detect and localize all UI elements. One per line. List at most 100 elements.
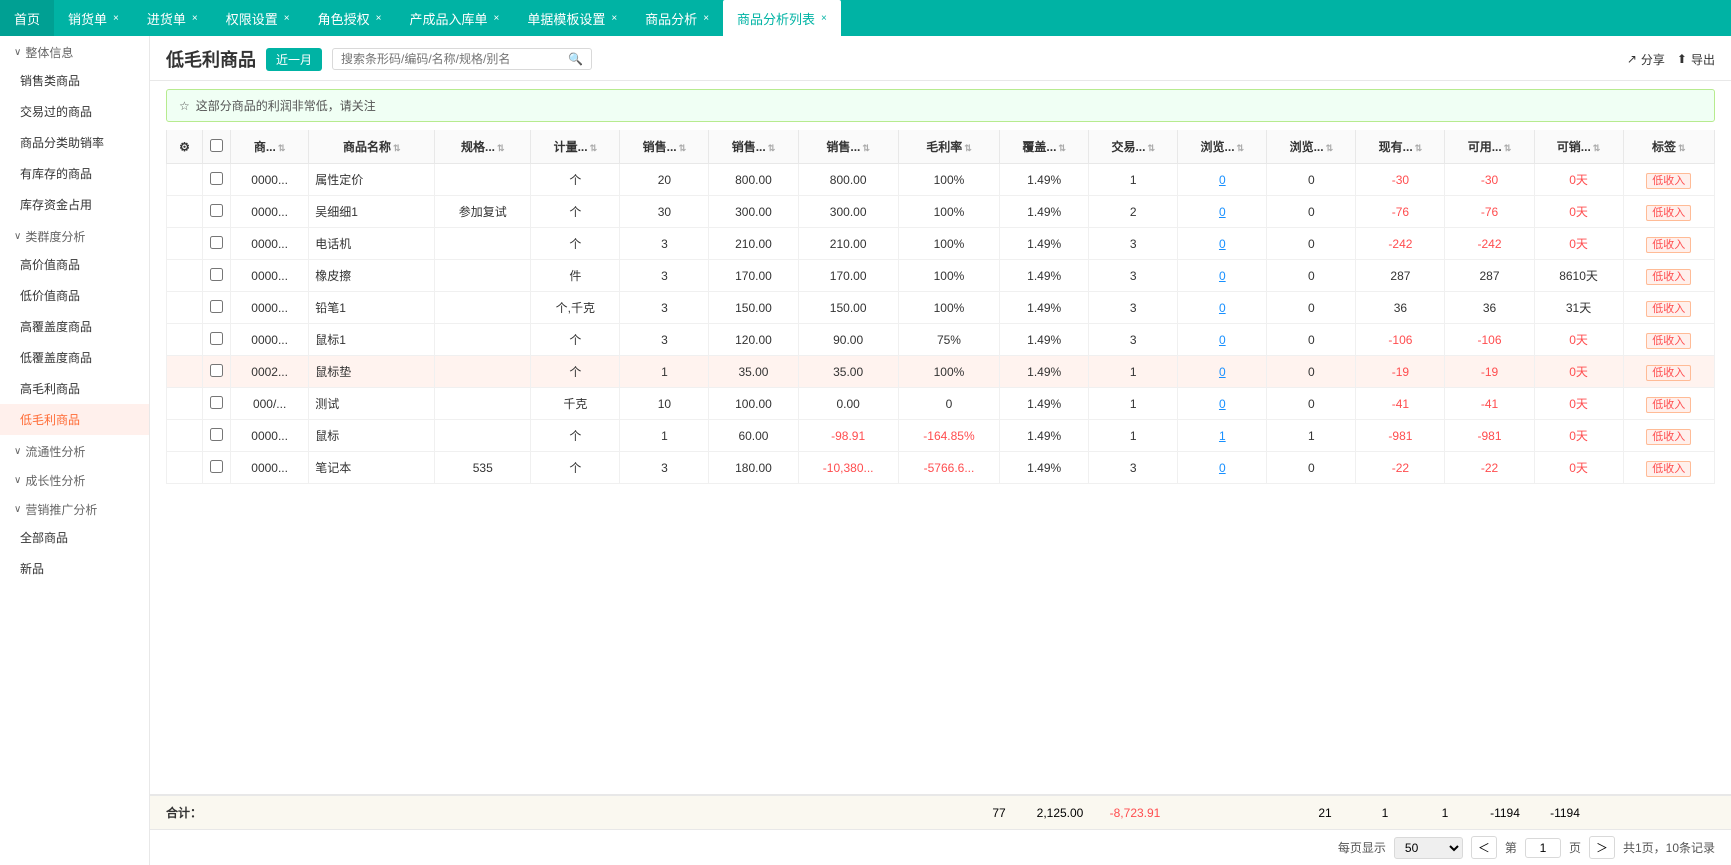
date-filter-button[interactable]: 近一月 — [266, 48, 322, 71]
select-all-checkbox[interactable] — [210, 139, 223, 152]
nav-close-单据模板设置[interactable]: × — [611, 13, 617, 24]
col-settings[interactable]: ⚙ — [167, 130, 203, 164]
search-input[interactable] — [341, 52, 562, 66]
cell-browse1[interactable]: 1 — [1178, 420, 1267, 452]
col-name[interactable]: 商品名称⇅ — [309, 130, 435, 164]
cell-browse1[interactable]: 0 — [1178, 164, 1267, 196]
cell-checkbox[interactable] — [203, 324, 231, 356]
browse-link[interactable]: 0 — [1219, 301, 1226, 315]
col-spec[interactable]: 规格...⇅ — [435, 130, 531, 164]
col-available[interactable]: 可用...⇅ — [1445, 130, 1534, 164]
table-container[interactable]: ⚙ 商...⇅ 商品名称⇅ 规格...⇅ 计量...⇅ 销售...⇅ 销售...… — [150, 130, 1731, 794]
sidebar-group-营销推广分析[interactable]: ∨ 营销推广分析 — [0, 493, 149, 522]
browse-link[interactable]: 0 — [1219, 333, 1226, 347]
nav-item-单据模板设置[interactable]: 单据模板设置× — [513, 0, 631, 36]
nav-item-角色授权[interactable]: 角色授权× — [304, 0, 396, 36]
nav-close-角色授权[interactable]: × — [376, 13, 382, 24]
sidebar-item-交易过的商品[interactable]: 交易过的商品 — [0, 96, 149, 127]
sidebar-item-低覆盖度商品[interactable]: 低覆盖度商品 — [0, 342, 149, 373]
sidebar-item-高覆盖度商品[interactable]: 高覆盖度商品 — [0, 311, 149, 342]
page-size-select[interactable]: 50 20 100 — [1394, 837, 1463, 859]
browse-link[interactable]: 0 — [1219, 205, 1226, 219]
cell-checkbox[interactable] — [203, 164, 231, 196]
cell-checkbox[interactable] — [203, 228, 231, 260]
cell-checkbox[interactable] — [203, 420, 231, 452]
sidebar-item-库存资金占用[interactable]: 库存资金占用 — [0, 189, 149, 220]
cell-checkbox[interactable] — [203, 388, 231, 420]
cell-checkbox[interactable] — [203, 452, 231, 484]
settings-icon[interactable]: ⚙ — [179, 140, 190, 154]
row-checkbox[interactable] — [210, 236, 223, 249]
row-checkbox[interactable] — [210, 460, 223, 473]
col-trade-count[interactable]: 交易...⇅ — [1089, 130, 1178, 164]
nav-item-权限设置[interactable]: 权限设置× — [212, 0, 304, 36]
page-number-input[interactable] — [1525, 838, 1561, 858]
col-browse1[interactable]: 浏览...⇅ — [1178, 130, 1267, 164]
next-page-button[interactable]: ＞ — [1589, 836, 1615, 859]
sidebar-item-商品分类助销率[interactable]: 商品分类助销率 — [0, 127, 149, 158]
sidebar-item-销售类商品[interactable]: 销售类商品 — [0, 65, 149, 96]
cell-browse1[interactable]: 0 — [1178, 324, 1267, 356]
col-cover-rate[interactable]: 覆盖...⇅ — [1000, 130, 1089, 164]
cell-checkbox[interactable] — [203, 356, 231, 388]
col-checkbox[interactable] — [203, 130, 231, 164]
nav-close-商品分析[interactable]: × — [703, 13, 709, 24]
sidebar-item-低毛利商品[interactable]: 低毛利商品 — [0, 404, 149, 435]
browse-link[interactable]: 0 — [1219, 269, 1226, 283]
col-code[interactable]: 商...⇅ — [231, 130, 309, 164]
nav-close-进货单[interactable]: × — [192, 13, 198, 24]
browse-link[interactable]: 0 — [1219, 173, 1226, 187]
browse-link[interactable]: 0 — [1219, 397, 1226, 411]
row-checkbox[interactable] — [210, 364, 223, 377]
cell-browse1[interactable]: 0 — [1178, 228, 1267, 260]
browse-link[interactable]: 1 — [1219, 429, 1226, 443]
row-checkbox[interactable] — [210, 268, 223, 281]
sidebar-group-整体信息[interactable]: ∨ 整体信息 — [0, 36, 149, 65]
nav-item-产成品入库单[interactable]: 产成品入库单× — [395, 0, 513, 36]
sidebar-item-全部商品[interactable]: 全部商品 — [0, 522, 149, 553]
col-saleable[interactable]: 可销...⇅ — [1534, 130, 1623, 164]
nav-item-销货单[interactable]: 销货单× — [54, 0, 133, 36]
sidebar-item-新品[interactable]: 新品 — [0, 553, 149, 584]
col-unit[interactable]: 计量...⇅ — [531, 130, 620, 164]
cell-browse1[interactable]: 0 — [1178, 260, 1267, 292]
browse-link[interactable]: 0 — [1219, 461, 1226, 475]
row-checkbox[interactable] — [210, 300, 223, 313]
cell-browse1[interactable]: 0 — [1178, 196, 1267, 228]
prev-page-button[interactable]: ＜ — [1471, 836, 1497, 859]
col-current-stock[interactable]: 现有...⇅ — [1356, 130, 1445, 164]
share-button[interactable]: ↗ 分享 — [1627, 51, 1665, 68]
sidebar-group-成长性分析[interactable]: ∨ 成长性分析 — [0, 464, 149, 493]
cell-browse1[interactable]: 0 — [1178, 356, 1267, 388]
row-checkbox[interactable] — [210, 172, 223, 185]
export-button[interactable]: ⬆ 导出 — [1677, 51, 1715, 68]
cell-checkbox[interactable] — [203, 260, 231, 292]
row-checkbox[interactable] — [210, 396, 223, 409]
row-checkbox[interactable] — [210, 204, 223, 217]
browse-link[interactable]: 0 — [1219, 237, 1226, 251]
nav-close-销货单[interactable]: × — [113, 13, 119, 24]
browse-link[interactable]: 0 — [1219, 365, 1226, 379]
nav-item-商品分析[interactable]: 商品分析× — [631, 0, 723, 36]
nav-close-商品分析列表[interactable]: × — [821, 13, 827, 24]
sidebar-item-高毛利商品[interactable]: 高毛利商品 — [0, 373, 149, 404]
row-checkbox[interactable] — [210, 428, 223, 441]
row-checkbox[interactable] — [210, 332, 223, 345]
cell-browse1[interactable]: 0 — [1178, 452, 1267, 484]
nav-item-商品分析列表[interactable]: 商品分析列表× — [723, 0, 841, 36]
sidebar-group-类群度分析[interactable]: ∨ 类群度分析 — [0, 220, 149, 249]
cell-checkbox[interactable] — [203, 292, 231, 324]
col-sales-amt[interactable]: 销售...⇅ — [709, 130, 798, 164]
sidebar-group-流通性分析[interactable]: ∨ 流通性分析 — [0, 435, 149, 464]
cell-browse1[interactable]: 0 — [1178, 388, 1267, 420]
col-tag[interactable]: 标签⇅ — [1623, 130, 1714, 164]
col-sales-profit[interactable]: 销售...⇅ — [798, 130, 898, 164]
sidebar-item-有库存的商品[interactable]: 有库存的商品 — [0, 158, 149, 189]
search-icon[interactable]: 🔍 — [568, 52, 583, 66]
col-browse2[interactable]: 浏览...⇅ — [1267, 130, 1356, 164]
cell-browse1[interactable]: 0 — [1178, 292, 1267, 324]
nav-item-进货单[interactable]: 进货单× — [133, 0, 212, 36]
sidebar-item-高价值商品[interactable]: 高价值商品 — [0, 249, 149, 280]
nav-close-权限设置[interactable]: × — [284, 13, 290, 24]
col-gross-rate[interactable]: 毛利率⇅ — [898, 130, 999, 164]
